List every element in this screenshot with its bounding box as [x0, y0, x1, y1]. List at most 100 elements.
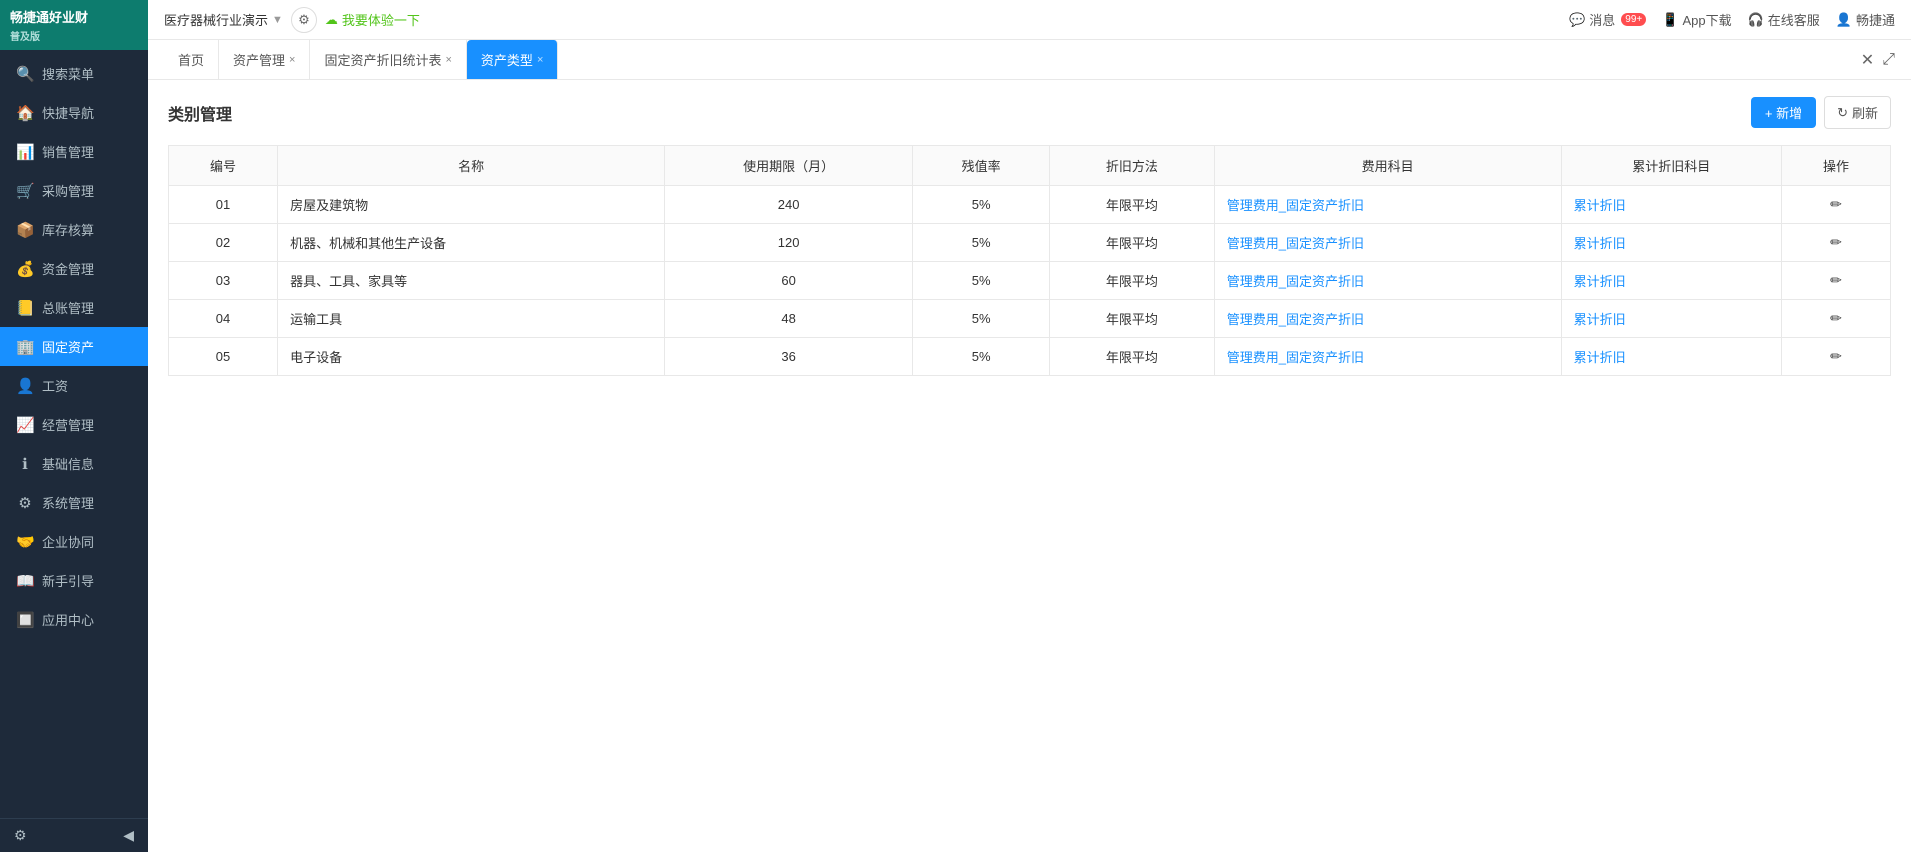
- cell-expense: 管理费用_固定资产折旧: [1214, 300, 1561, 338]
- message-icon: 💬: [1569, 12, 1585, 28]
- tab-label-asset-mgmt: 资产管理: [233, 50, 285, 69]
- tab-home[interactable]: 首页: [164, 40, 219, 79]
- cell-method: 年限平均: [1050, 262, 1215, 300]
- sidebar-item-purchase[interactable]: 🛒 采购管理: [0, 171, 148, 210]
- online-service-button[interactable]: 🎧 在线客服: [1748, 10, 1820, 29]
- sidebar-settings-icon[interactable]: ⚙: [14, 827, 27, 844]
- sidebar-item-capital[interactable]: 💰 资金管理: [0, 249, 148, 288]
- message-badge: 99+: [1621, 13, 1646, 26]
- sidebar-label-fixed-assets: 固定资产: [42, 337, 94, 356]
- cell-months: 120: [665, 224, 913, 262]
- refresh-label: 刷新: [1852, 103, 1878, 122]
- sidebar-label-enterprise: 企业协同: [42, 532, 94, 551]
- sidebar-label-search: 搜索菜单: [42, 64, 94, 83]
- sidebar-icon-fixed-assets: 🏢: [16, 338, 34, 356]
- new-button[interactable]: + 新增: [1751, 97, 1816, 128]
- sidebar-item-operations[interactable]: 📈 经营管理: [0, 405, 148, 444]
- topbar-left: 医疗器械行业演示 ▼ ⚙ ☁ 我要体验一下: [164, 7, 420, 33]
- cell-method: 年限平均: [1050, 300, 1215, 338]
- sidebar-icon-guide: 📖: [16, 572, 34, 590]
- cloud-icon: ☁: [325, 12, 338, 28]
- table-header: 编号: [169, 146, 278, 186]
- cell-residual: 5%: [913, 186, 1050, 224]
- sidebar-item-enterprise[interactable]: 🤝 企业协同: [0, 522, 148, 561]
- table-row: 04 运输工具 48 5% 年限平均 管理费用_固定资产折旧 累计折旧 ✏: [169, 300, 1891, 338]
- sidebar-label-ledger: 总账管理: [42, 298, 94, 317]
- table-row: 05 电子设备 36 5% 年限平均 管理费用_固定资产折旧 累计折旧 ✏: [169, 338, 1891, 376]
- sidebar-item-app-center[interactable]: 🔲 应用中心: [0, 600, 148, 639]
- user-name: 畅捷通: [1856, 10, 1895, 29]
- message-label: 消息: [1589, 10, 1615, 29]
- table-header: 残值率: [913, 146, 1050, 186]
- headset-icon: 🎧: [1748, 12, 1764, 28]
- tab-label-home: 首页: [178, 50, 204, 69]
- cell-residual: 5%: [913, 300, 1050, 338]
- main-area: 医疗器械行业演示 ▼ ⚙ ☁ 我要体验一下 💬 消息 99+ 📱 App下载: [148, 0, 1911, 852]
- cell-expense: 管理费用_固定资产折旧: [1214, 262, 1561, 300]
- cell-expense: 管理费用_固定资产折旧: [1214, 186, 1561, 224]
- cell-months: 48: [665, 300, 913, 338]
- sidebar-label-quick-nav: 快捷导航: [42, 103, 94, 122]
- cell-expense: 管理费用_固定资产折旧: [1214, 224, 1561, 262]
- sidebar-label-purchase: 采购管理: [42, 181, 94, 200]
- app-logo-text: 畅捷通好业财: [10, 7, 88, 26]
- table-header: 名称: [278, 146, 665, 186]
- sidebar-item-inventory[interactable]: 📦 库存核算: [0, 210, 148, 249]
- topbar-tip[interactable]: ☁ 我要体验一下: [325, 10, 420, 29]
- sidebar-collapse-icon[interactable]: ◀: [123, 827, 134, 844]
- sidebar-item-search[interactable]: 🔍 搜索菜单: [0, 54, 148, 93]
- sidebar-icon-sales: 📊: [16, 143, 34, 161]
- cell-edit[interactable]: ✏: [1781, 300, 1890, 338]
- sidebar-item-sales[interactable]: 📊 销售管理: [0, 132, 148, 171]
- table-header: 操作: [1781, 146, 1890, 186]
- sidebar-item-ledger[interactable]: 📒 总账管理: [0, 288, 148, 327]
- tab-asset-type[interactable]: 资产类型×: [467, 40, 558, 79]
- sidebar-item-basic-info[interactable]: ℹ 基础信息: [0, 444, 148, 483]
- tab-close-asset-mgmt[interactable]: ×: [289, 54, 295, 66]
- sidebar-icon-basic-info: ℹ: [16, 455, 34, 473]
- cell-edit[interactable]: ✏: [1781, 338, 1890, 376]
- table-header: 使用期限（月）: [665, 146, 913, 186]
- close-window-icon[interactable]: ✕: [1861, 50, 1874, 70]
- sidebar-icon-ledger: 📒: [16, 299, 34, 317]
- sidebar-icon-capital: 💰: [16, 260, 34, 278]
- sidebar-label-capital: 资金管理: [42, 259, 94, 278]
- tab-close-asset-type[interactable]: ×: [537, 54, 543, 66]
- tab-asset-mgmt[interactable]: 资产管理 ×: [219, 40, 310, 79]
- cell-name: 电子设备: [278, 338, 665, 376]
- sidebar-label-system: 系统管理: [42, 493, 94, 512]
- sidebar-label-app-center: 应用中心: [42, 610, 94, 629]
- app-download-button[interactable]: 📱 App下载: [1662, 10, 1731, 29]
- refresh-icon: ↻: [1837, 105, 1848, 121]
- sidebar-item-quick-nav[interactable]: 🏠 快捷导航: [0, 93, 148, 132]
- cell-months: 240: [665, 186, 913, 224]
- sidebar-nav: 🔍 搜索菜单 🏠 快捷导航 📊 销售管理 🛒 采购管理 📦 库存核算 💰 资金管…: [0, 50, 148, 818]
- expand-window-icon[interactable]: ⤢: [1882, 51, 1895, 69]
- sidebar-icon-search: 🔍: [16, 65, 34, 83]
- sidebar-icon-enterprise: 🤝: [16, 533, 34, 551]
- refresh-button[interactable]: ↻ 刷新: [1824, 96, 1891, 129]
- tabs-actions: ✕ ⤢: [1861, 50, 1895, 70]
- topbar-settings-button[interactable]: ⚙: [291, 7, 317, 33]
- sidebar-icon-operations: 📈: [16, 416, 34, 434]
- phone-icon: 📱: [1662, 12, 1678, 28]
- cell-edit[interactable]: ✏: [1781, 224, 1890, 262]
- sidebar-icon-app-center: 🔲: [16, 611, 34, 629]
- cell-name: 器具、工具、家具等: [278, 262, 665, 300]
- user-button[interactable]: 👤 畅捷通: [1836, 10, 1895, 29]
- cell-edit[interactable]: ✏: [1781, 186, 1890, 224]
- cell-edit[interactable]: ✏: [1781, 262, 1890, 300]
- sidebar-item-fixed-assets[interactable]: 🏢 固定资产: [0, 327, 148, 366]
- sidebar-item-guide[interactable]: 📖 新手引导: [0, 561, 148, 600]
- industry-selector[interactable]: 医疗器械行业演示 ▼: [164, 10, 283, 29]
- message-button[interactable]: 💬 消息 99+: [1569, 10, 1646, 29]
- tab-depreciation-table[interactable]: 固定资产折旧统计表×: [310, 40, 466, 79]
- tab-close-depreciation-table[interactable]: ×: [445, 54, 451, 66]
- topbar-right: 💬 消息 99+ 📱 App下载 🎧 在线客服 👤 畅捷通: [1569, 10, 1895, 29]
- cell-accum: 累计折旧: [1561, 186, 1781, 224]
- sidebar-item-salary[interactable]: 👤 工资: [0, 366, 148, 405]
- sidebar-icon-quick-nav: 🏠: [16, 104, 34, 122]
- sidebar-icon-salary: 👤: [16, 377, 34, 395]
- sidebar-label-operations: 经营管理: [42, 415, 94, 434]
- sidebar-item-system[interactable]: ⚙ 系统管理: [0, 483, 148, 522]
